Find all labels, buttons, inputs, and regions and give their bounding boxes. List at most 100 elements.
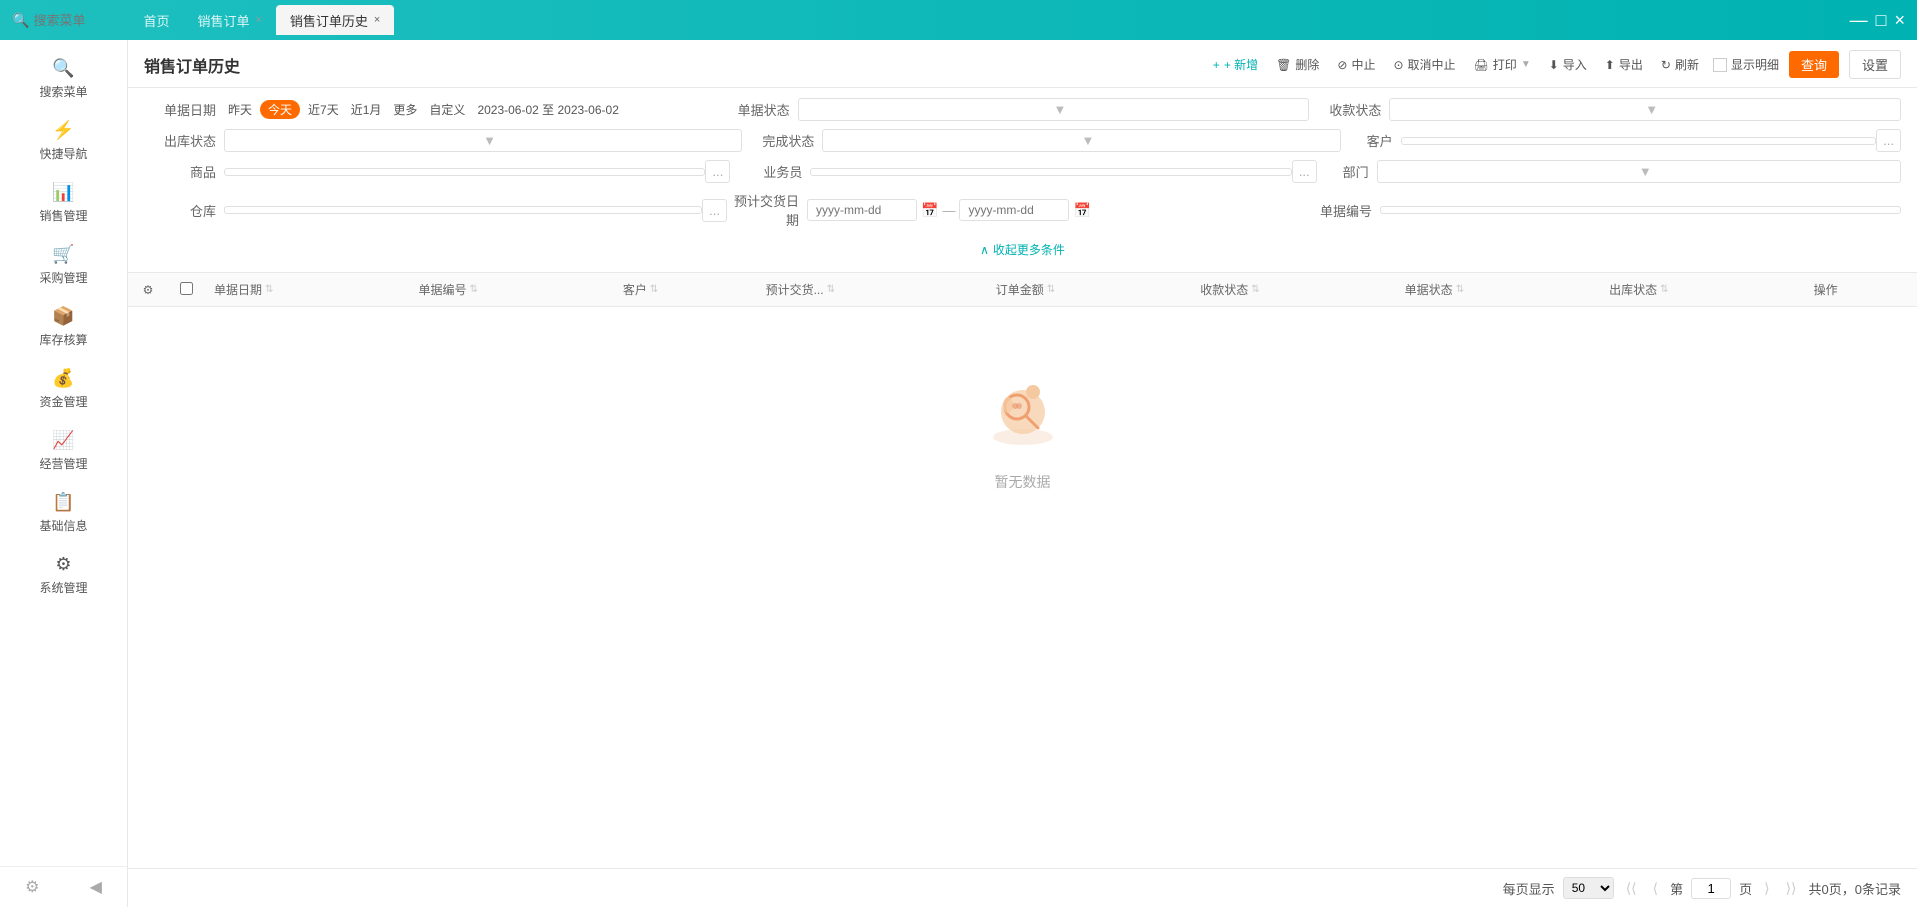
th-expected-date[interactable]: 预计交货... ⇅ [756, 273, 986, 307]
th-date[interactable]: 单据日期 ⇅ [204, 273, 408, 307]
goods-input[interactable] [224, 168, 705, 176]
th-receipt-status[interactable]: 收款状态 ⇅ [1190, 273, 1394, 307]
page-next-button[interactable]: ⟩ [1760, 878, 1773, 899]
show-detail-checkbox[interactable]: 显示明细 [1713, 56, 1779, 73]
new-button[interactable]: + + 新增 [1209, 54, 1262, 75]
window-minimize[interactable]: — [1850, 10, 1868, 31]
sidebar-item-operations[interactable]: 📈 经营管理 [0, 420, 127, 482]
finance-icon: 💰 [52, 368, 74, 389]
warehouse-label: 仓库 [144, 201, 224, 220]
sidebar-item-sales-label: 销售管理 [39, 207, 87, 224]
sidebar-item-finance[interactable]: 💰 资金管理 [0, 358, 127, 420]
th-receipt-status-sort[interactable]: 收款状态 ⇅ [1200, 281, 1384, 298]
sidebar-item-search[interactable]: 🔍 搜索菜单 [0, 48, 127, 110]
basic-info-icon: 📋 [52, 492, 74, 513]
th-amount-sort[interactable]: 订单金额 ⇅ [996, 281, 1180, 298]
th-out-status-sort[interactable]: 出库状态 ⇅ [1609, 281, 1793, 298]
goods-ellipsis[interactable]: ... [705, 160, 730, 183]
date-btn-more[interactable]: 更多 [389, 100, 421, 119]
stop-button[interactable]: ⊘ 中止 [1333, 54, 1379, 75]
collapse-row[interactable]: ∧ 收起更多条件 [144, 237, 1901, 262]
cancel-stop-icon: ⊙ [1393, 58, 1403, 72]
department-select[interactable]: ▼ [1377, 160, 1901, 183]
tab-sales-order[interactable]: 销售订单 × [183, 5, 275, 35]
date-btn-7days[interactable]: 近7天 [304, 100, 343, 119]
calendar-end-icon[interactable]: 📅 [1073, 202, 1090, 219]
tab-sales-order-label: 销售订单 [197, 11, 249, 30]
page-last-button[interactable]: ⟩⟩ [1782, 878, 1801, 899]
sidebar-item-system[interactable]: ⚙ 系统管理 [0, 544, 127, 606]
page-prev-button[interactable]: ⟨ [1649, 878, 1662, 899]
search-menu-input[interactable] [33, 13, 113, 28]
calendar-start-icon[interactable]: 📅 [921, 202, 938, 219]
sidebar-item-purchase[interactable]: 🛒 采购管理 [0, 234, 127, 296]
bill-status-label: 单据状态 [718, 100, 798, 119]
settings-button[interactable]: 设置 [1849, 50, 1901, 79]
expected-date-label: 预计交货日期 [727, 191, 807, 229]
query-button[interactable]: 查询 [1789, 51, 1839, 78]
window-maximize[interactable]: □ [1876, 10, 1887, 31]
warehouse-ellipsis[interactable]: ... [702, 199, 727, 222]
sidebar-item-search-label: 搜索菜单 [39, 83, 87, 100]
bill-number-label: 单据编号 [1310, 201, 1380, 220]
th-checkbox[interactable] [168, 273, 204, 307]
th-date-sort[interactable]: 单据日期 ⇅ [214, 281, 398, 298]
th-bill-status-sort[interactable]: 单据状态 ⇅ [1405, 281, 1589, 298]
select-all-checkbox[interactable] [180, 282, 193, 295]
sidebar-item-inventory-label: 库存核算 [39, 331, 87, 348]
tab-home[interactable]: 首页 [129, 5, 183, 35]
th-customer[interactable]: 客户 ⇅ [613, 273, 756, 307]
date-btn-custom[interactable]: 自定义 [425, 100, 469, 119]
page-first-button[interactable]: ⟨⟨ [1622, 878, 1641, 899]
show-detail-checkbox-box[interactable] [1713, 58, 1727, 72]
sidebar-item-sales[interactable]: 📊 销售管理 [0, 172, 127, 234]
th-number[interactable]: 单据编号 ⇅ [408, 273, 612, 307]
page-title-row: 销售订单历史 + + 新增 🗑 删除 ⊘ 中止 ⊙ [144, 50, 1901, 79]
sidebar-item-quicknav[interactable]: ⚡ 快捷导航 [0, 110, 127, 172]
expected-date-start[interactable] [807, 199, 917, 221]
out-status-select[interactable]: ▼ [224, 129, 742, 152]
expected-date-end[interactable] [959, 199, 1069, 221]
customer-input[interactable] [1401, 137, 1876, 145]
sidebar-item-inventory[interactable]: 📦 库存核算 [0, 296, 127, 358]
salesperson-input[interactable] [810, 168, 1291, 176]
th-customer-sort[interactable]: 客户 ⇅ [623, 281, 746, 298]
print-dropdown-icon[interactable]: ▼ [1521, 59, 1531, 70]
th-expected-date-sort[interactable]: 预计交货... ⇅ [766, 281, 976, 298]
sidebar-item-basic-info[interactable]: 📋 基础信息 [0, 482, 127, 544]
receipt-status-select[interactable]: ▼ [1389, 98, 1901, 121]
refresh-button[interactable]: ↻ 刷新 [1657, 54, 1703, 75]
customer-ellipsis[interactable]: ... [1876, 129, 1901, 152]
sidebar-collapse-icon[interactable]: ◀ [90, 877, 102, 897]
delete-button[interactable]: 🗑 删除 [1272, 54, 1323, 75]
th-settings[interactable]: ⚙ [128, 273, 168, 307]
import-button[interactable]: ⬇ 导入 [1545, 54, 1591, 75]
bill-number-input[interactable] [1380, 206, 1901, 214]
window-close[interactable]: × [1894, 10, 1905, 31]
date-btn-today[interactable]: 今天 [260, 100, 300, 119]
total-label: 共0页，0条记录 [1809, 879, 1901, 898]
date-btn-yesterday[interactable]: 昨天 [224, 100, 256, 119]
settings-icon[interactable]: ⚙ [143, 283, 154, 297]
page-number-input[interactable] [1691, 878, 1731, 899]
search-menu-area[interactable]: 🔍 [12, 12, 113, 29]
print-button[interactable]: 🖨 打印 ▼ [1470, 54, 1535, 75]
receipt-status-label: 收款状态 [1309, 100, 1389, 119]
th-amount[interactable]: 订单金额 ⇅ [986, 273, 1190, 307]
salesperson-ellipsis[interactable]: ... [1292, 160, 1317, 183]
data-table: ⚙ 单据日期 ⇅ 单据编号 [128, 273, 1917, 552]
complete-status-select[interactable]: ▼ [822, 129, 1340, 152]
tab-sales-order-history[interactable]: 销售订单历史 × [276, 5, 394, 35]
cancel-stop-button[interactable]: ⊙ 取消中止 [1389, 54, 1459, 75]
bill-status-select[interactable]: ▼ [798, 98, 1310, 121]
date-btn-1month[interactable]: 近1月 [347, 100, 386, 119]
per-page-select[interactable]: 50 10 20 100 [1563, 877, 1614, 899]
tab-sales-order-history-close[interactable]: × [374, 14, 380, 26]
th-number-sort[interactable]: 单据编号 ⇅ [418, 281, 602, 298]
tab-sales-order-close[interactable]: × [255, 14, 261, 26]
th-out-status[interactable]: 出库状态 ⇅ [1599, 273, 1803, 307]
warehouse-input[interactable] [224, 206, 702, 214]
sidebar-settings-icon[interactable]: ⚙ [25, 877, 39, 897]
export-button[interactable]: ⬆ 导出 [1601, 54, 1647, 75]
th-bill-status[interactable]: 单据状态 ⇅ [1395, 273, 1599, 307]
